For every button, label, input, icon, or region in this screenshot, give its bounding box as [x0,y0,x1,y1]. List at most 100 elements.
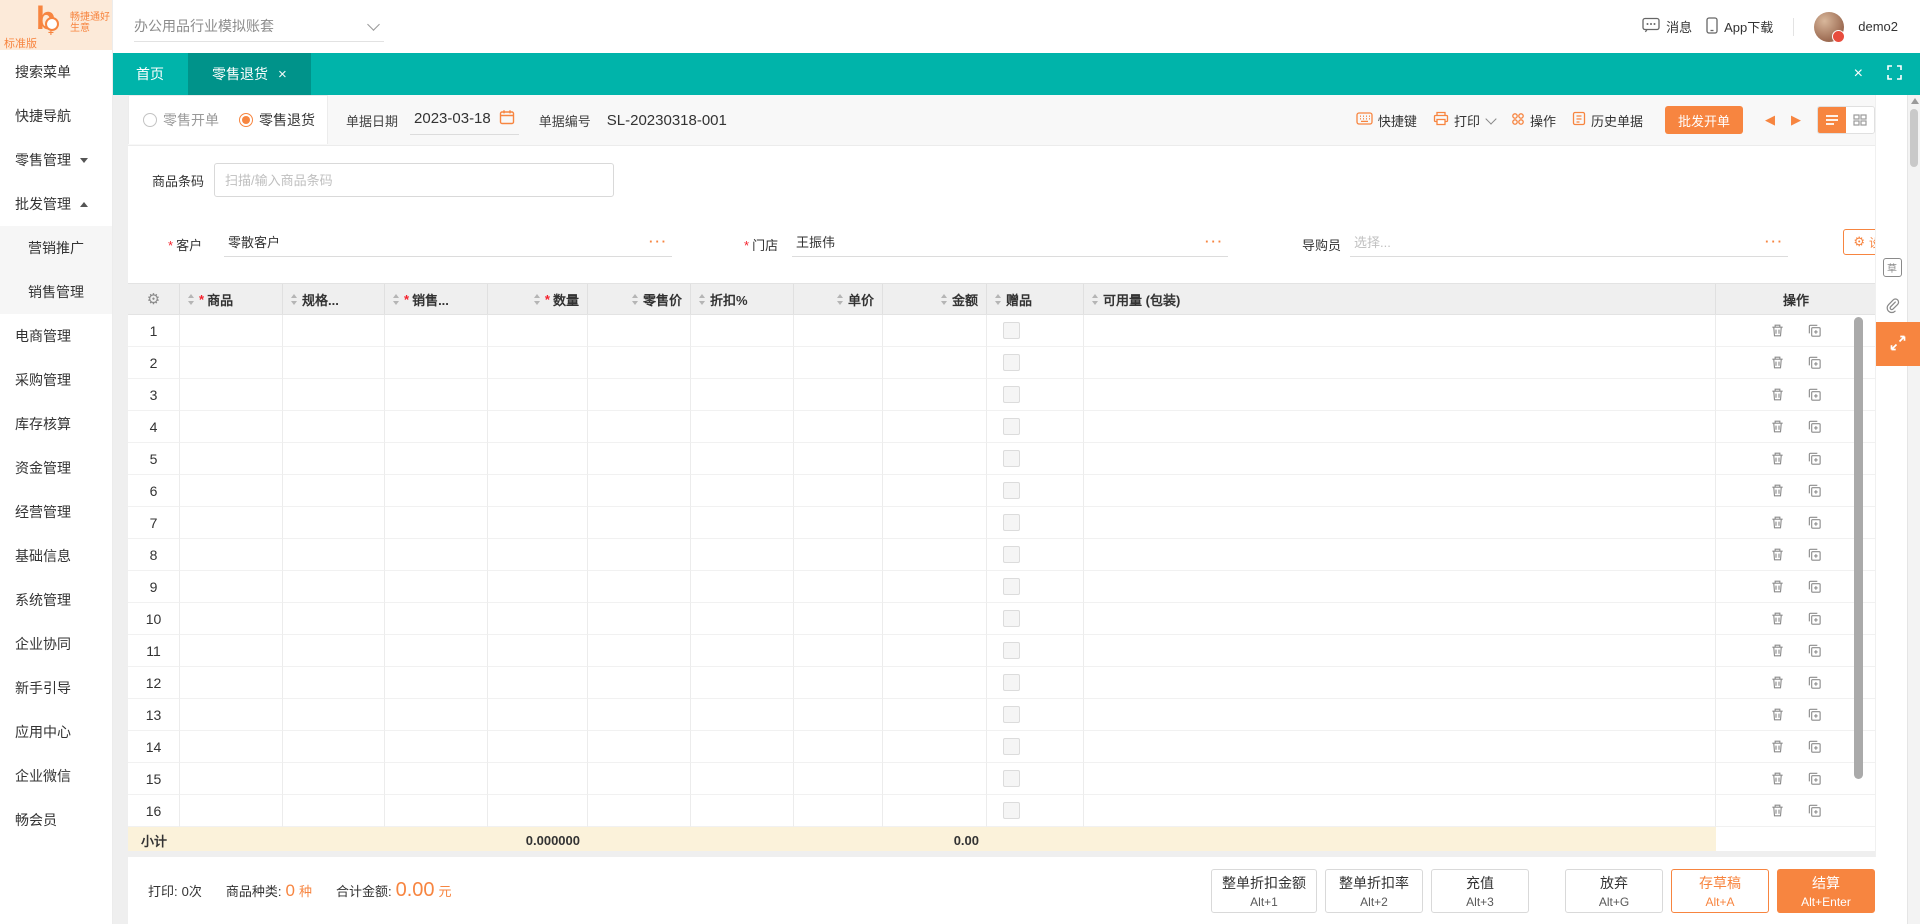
copy-icon[interactable] [1807,707,1822,722]
row-cell[interactable] [987,475,1084,507]
row-cell[interactable] [180,603,283,635]
row-cell[interactable] [794,699,883,731]
row-cell[interactable] [691,379,794,411]
row-cell[interactable] [283,379,385,411]
row-cell[interactable] [385,635,488,667]
row-cell[interactable] [794,763,883,795]
footer-button[interactable]: 整单折扣率 Alt+2 [1325,868,1423,913]
row-cell[interactable] [987,315,1084,347]
row-cell[interactable] [691,699,794,731]
gift-checkbox[interactable] [1003,578,1020,595]
row-cell[interactable] [588,763,691,795]
row-cell[interactable] [488,507,588,539]
row-cell[interactable] [883,795,987,827]
row-cell[interactable] [180,699,283,731]
radio-retail-sale[interactable]: 零售开单 [143,110,219,130]
row-cell[interactable] [283,731,385,763]
trash-icon[interactable] [1770,515,1785,530]
gift-checkbox[interactable] [1003,450,1020,467]
gift-checkbox[interactable] [1003,642,1020,659]
next-arrow-icon[interactable] [1791,112,1801,128]
row-cell[interactable] [385,763,488,795]
row-cell[interactable] [883,731,987,763]
row-cell[interactable] [883,603,987,635]
row-cell[interactable] [794,571,883,603]
row-cell[interactable] [180,315,283,347]
trash-icon[interactable] [1770,803,1785,818]
gift-checkbox[interactable] [1003,802,1020,819]
row-cell[interactable] [691,539,794,571]
row-cell[interactable] [283,571,385,603]
row-cell[interactable] [385,731,488,763]
footer-button[interactable]: 放弃 Alt+G [1565,868,1663,913]
row-cell[interactable] [794,667,883,699]
card-view-button[interactable] [1846,107,1874,133]
copy-icon[interactable] [1807,739,1822,754]
row-cell[interactable] [180,539,283,571]
sidebar-item[interactable]: 销售管理 [0,270,112,314]
row-cell[interactable] [385,539,488,571]
row-cell[interactable] [987,571,1084,603]
history-bills-button[interactable]: 历史单据 [1572,111,1643,130]
footer-button[interactable]: 结算 Alt+Enter [1777,868,1875,913]
row-cell[interactable] [1084,667,1716,699]
row-cell[interactable] [691,667,794,699]
row-cell[interactable] [488,571,588,603]
sort-icon[interactable] [1092,294,1098,305]
trash-icon[interactable] [1770,643,1785,658]
row-cell[interactable] [987,539,1084,571]
gift-checkbox[interactable] [1003,738,1020,755]
sort-icon[interactable] [699,294,705,305]
row-cell[interactable] [283,699,385,731]
row-cell[interactable] [180,507,283,539]
row-cell[interactable] [488,411,588,443]
copy-icon[interactable] [1807,675,1822,690]
row-cell[interactable] [883,411,987,443]
row-cell[interactable] [987,635,1084,667]
row-cell[interactable] [588,731,691,763]
row-cell[interactable] [283,667,385,699]
row-cell[interactable] [283,539,385,571]
row-cell[interactable] [987,411,1084,443]
row-cell[interactable] [283,635,385,667]
row-cell[interactable] [794,539,883,571]
row-cell[interactable] [794,475,883,507]
row-cell[interactable] [1084,571,1716,603]
row-cell[interactable] [987,347,1084,379]
row-cell[interactable] [883,667,987,699]
row-cell[interactable] [588,475,691,507]
row-cell[interactable] [488,539,588,571]
calendar-icon[interactable] [499,109,515,129]
print-button[interactable]: 打印 [1433,111,1497,130]
copy-icon[interactable] [1807,803,1822,818]
sidebar-item[interactable]: 系统管理 [0,578,112,622]
sidebar-item[interactable]: 库存核算 [0,402,112,446]
row-cell[interactable] [883,571,987,603]
row-cell[interactable] [794,379,883,411]
row-cell[interactable] [488,795,588,827]
list-view-button[interactable] [1818,107,1846,133]
sort-icon[interactable] [188,294,194,305]
sidebar-item[interactable]: 零售管理 [0,138,112,182]
gift-checkbox[interactable] [1003,514,1020,531]
gift-checkbox[interactable] [1003,610,1020,627]
guide-field[interactable]: 选择... [1350,227,1788,257]
row-cell[interactable] [1084,795,1716,827]
row-cell[interactable] [794,347,883,379]
row-cell[interactable] [588,539,691,571]
row-cell[interactable] [987,667,1084,699]
row-cell[interactable] [883,347,987,379]
row-cell[interactable] [488,699,588,731]
row-cell[interactable] [1084,315,1716,347]
copy-icon[interactable] [1807,355,1822,370]
wholesale-bill-button[interactable]: 批发开单 [1664,106,1743,134]
gift-checkbox[interactable] [1003,354,1020,371]
trash-icon[interactable] [1770,323,1785,338]
row-cell[interactable] [180,411,283,443]
trash-icon[interactable] [1770,707,1785,722]
row-cell[interactable] [794,315,883,347]
shortcut-keys-button[interactable]: 快捷键 [1356,111,1417,130]
trash-icon[interactable] [1770,771,1785,786]
row-cell[interactable] [588,603,691,635]
row-cell[interactable] [1084,699,1716,731]
